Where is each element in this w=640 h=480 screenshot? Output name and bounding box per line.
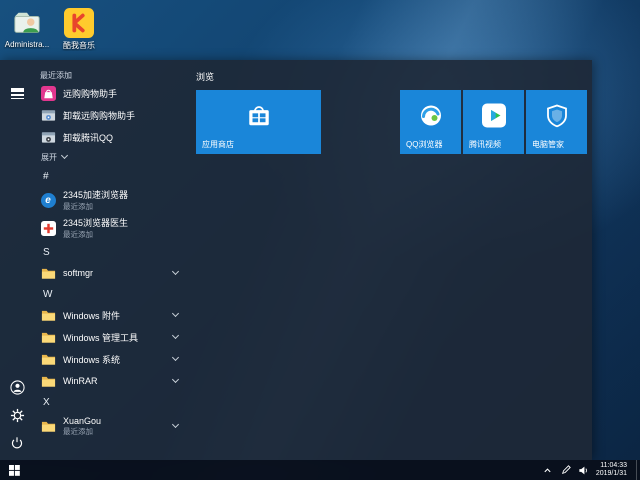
recently-added-header: 最近添加 [36,68,186,82]
uninstaller-icon [40,107,56,123]
section-letter-x[interactable]: X [36,392,186,412]
folder-icon [40,373,56,389]
tile-app-store[interactable]: 应用商店 [196,90,321,154]
app-subtitle: 最近添加 [63,201,128,212]
folder-title: Windows 附件 [63,309,120,322]
system-tray: 11:04:33 2019/1/31 [542,460,640,480]
chevron-down-icon [172,354,179,361]
browser-e-icon: e [40,192,56,208]
chevron-down-icon [172,268,179,275]
uninstaller-icon [40,129,56,145]
tile-label: 应用商店 [202,139,234,150]
clock-date: 2019/1/31 [596,470,627,479]
folder-item-windows-accessories[interactable]: Windows 附件 [36,304,186,326]
folder-title: Windows 管理工具 [63,331,138,344]
shopping-assistant-icon [40,85,56,101]
folder-icon [40,351,56,367]
start-button[interactable] [0,460,28,480]
folder-item-winrar[interactable]: WinRAR [36,370,186,392]
app-list-item-uninstall-qq[interactable]: 卸载腾讯QQ [36,126,186,148]
app-list-item-2345-doctor[interactable]: 2345浏览器医生 最近添加 [36,214,186,242]
settings-button[interactable] [8,406,26,424]
folder-icon [40,307,56,323]
app-list-item-uninstall-yuangou[interactable]: 卸载远购购物助手 [36,104,186,126]
tray-pen-icon[interactable] [560,464,572,476]
folder-item-xuangou[interactable]: XuanGou 最近添加 [36,412,186,440]
folder-item-softmgr[interactable]: softmgr [36,262,186,284]
screen: Administra... 酷我音乐 [0,0,640,480]
section-letter-w[interactable]: W [36,284,186,304]
chevron-down-icon [172,421,179,428]
tile-label: 电脑管家 [532,139,564,150]
gear-icon [10,408,25,423]
user-account-button[interactable] [8,378,26,396]
app-subtitle: 最近添加 [63,229,128,240]
tile-tencent-video[interactable]: 腾讯视频 [463,90,524,154]
app-title: 卸载远购购物助手 [63,109,135,122]
clock-time: 11:04:33 [596,462,627,471]
tencent-video-icon [482,104,506,133]
app-title: 卸载腾讯QQ [63,131,113,144]
desktop-icon-label: Administra... [2,40,52,49]
start-menu: 最近添加 远购购物助手 [0,60,592,460]
store-icon [246,103,272,134]
folder-title: softmgr [63,268,93,278]
section-letter-hash[interactable]: # [36,166,186,186]
app-title: 远购购物助手 [63,87,117,100]
folder-icon [40,329,56,345]
section-letter-s[interactable]: S [36,242,186,262]
folder-title: XuanGou [63,416,101,426]
start-menu-rail [0,60,34,460]
kuwo-music-icon [64,8,94,38]
tile-label: 腾讯视频 [469,139,501,150]
folder-item-windows-system[interactable]: Windows 系统 [36,348,186,370]
expand-label: 展开 [41,152,57,163]
taskbar: 11:04:33 2019/1/31 [0,460,640,480]
tile-qq-browser[interactable]: QQ浏览器 [400,90,461,154]
desktop-icon-administrator[interactable]: Administra... [2,8,52,49]
app-list: 最近添加 远购购物助手 [36,68,186,440]
tray-speaker-icon[interactable] [578,464,590,476]
app-subtitle: 最近添加 [63,426,101,437]
menu-hamburger-button[interactable] [8,80,26,98]
folder-icon [40,265,56,281]
folder-icon [40,418,56,434]
tile-pc-manager[interactable]: 电脑管家 [526,90,587,154]
browser-doctor-icon [40,220,56,236]
chevron-down-icon [172,332,179,339]
tile-group-label[interactable]: 浏览 [196,70,214,83]
chevron-down-icon [172,376,179,383]
folder-item-windows-admin-tools[interactable]: Windows 管理工具 [36,326,186,348]
power-button[interactable] [8,434,26,452]
desktop-icon-label: 酷我音乐 [54,40,104,51]
expand-button[interactable]: 展开 [36,148,186,166]
user-icon [10,380,25,395]
windows-logo-icon [9,465,20,476]
user-folder-icon [12,8,42,38]
hidden-icons-caret[interactable] [542,464,554,476]
app-title: 2345浏览器医生 [63,216,128,229]
show-desktop-button[interactable] [636,460,640,480]
power-icon [10,436,24,450]
chevron-down-icon [61,152,68,159]
desktop-icon-kuwo-music[interactable]: 酷我音乐 [54,8,104,51]
tile-label: QQ浏览器 [406,139,442,150]
folder-title: Windows 系统 [63,353,120,366]
app-list-item-yuangou-assistant[interactable]: 远购购物助手 [36,82,186,104]
qq-browser-icon [419,104,443,133]
shield-icon [545,104,569,133]
app-title: 2345加速浏览器 [63,188,128,201]
taskbar-clock[interactable]: 11:04:33 2019/1/31 [596,462,630,479]
folder-title: WinRAR [63,376,98,386]
app-list-item-2345-browser[interactable]: e 2345加速浏览器 最近添加 [36,186,186,214]
chevron-down-icon [172,310,179,317]
